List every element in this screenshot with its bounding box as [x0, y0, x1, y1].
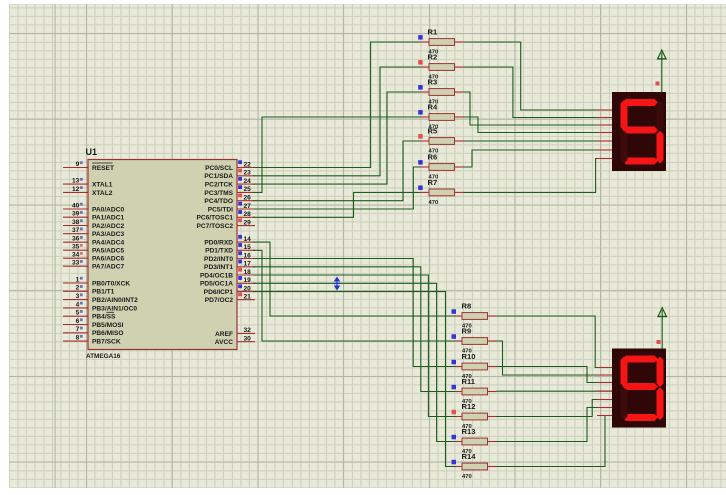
svg-text:PD6/ICP1: PD6/ICP1 [204, 289, 234, 296]
svg-text:PD2/INT0: PD2/INT0 [204, 256, 233, 263]
svg-text:22: 22 [244, 161, 252, 168]
svg-text:R1: R1 [428, 28, 438, 37]
svg-text:16: 16 [244, 252, 252, 259]
svg-text:18: 18 [244, 269, 252, 276]
svg-text:PD7/OC2: PD7/OC2 [205, 297, 234, 304]
svg-text:23: 23 [244, 170, 252, 177]
svg-text:15: 15 [244, 244, 252, 251]
svg-text:PB3/AIN1/OC0: PB3/AIN1/OC0 [92, 305, 137, 312]
svg-text:PC3/TMS: PC3/TMS [204, 190, 233, 197]
svg-text:RESET: RESET [92, 165, 114, 172]
svg-text:PB2/AIN0/INT2: PB2/AIN0/INT2 [92, 297, 138, 304]
svg-text:AREF: AREF [215, 331, 233, 338]
svg-text:PC6/TOSC1: PC6/TOSC1 [196, 215, 233, 222]
svg-text:5: 5 [76, 310, 80, 317]
svg-text:PB1/T1: PB1/T1 [92, 289, 115, 296]
svg-text:13: 13 [72, 178, 80, 185]
svg-text:17: 17 [244, 261, 252, 268]
svg-text:27: 27 [244, 203, 252, 210]
svg-text:PA5/ADC5: PA5/ADC5 [92, 248, 124, 255]
svg-text:34: 34 [72, 252, 80, 259]
svg-text:PD5/OC1A: PD5/OC1A [200, 281, 233, 288]
svg-text:PD1/TXD: PD1/TXD [205, 248, 233, 255]
svg-text:19: 19 [244, 277, 252, 284]
svg-text:PC2/TCK: PC2/TCK [205, 182, 233, 189]
svg-text:2: 2 [76, 285, 80, 292]
svg-text:32: 32 [244, 327, 252, 334]
svg-text:R8: R8 [462, 302, 472, 311]
svg-text:PC7/TOSC2: PC7/TOSC2 [196, 223, 233, 230]
svg-text:R6: R6 [428, 153, 438, 162]
svg-text:26: 26 [244, 195, 252, 202]
svg-text:37: 37 [72, 227, 80, 234]
svg-text:28: 28 [244, 211, 252, 218]
svg-text:PD0/RXD: PD0/RXD [204, 240, 233, 247]
svg-text:R10: R10 [462, 352, 476, 361]
svg-text:38: 38 [72, 219, 80, 226]
svg-text:9: 9 [76, 161, 80, 168]
svg-text:PC0/SCL: PC0/SCL [205, 165, 233, 172]
svg-text:21: 21 [244, 294, 252, 301]
svg-text:6: 6 [76, 318, 80, 325]
svg-text:PC4/TDO: PC4/TDO [204, 198, 233, 205]
svg-text:PB0/T0/XCK: PB0/T0/XCK [92, 280, 130, 287]
svg-text:20: 20 [244, 285, 252, 292]
svg-text:40: 40 [72, 202, 80, 209]
svg-text:36: 36 [72, 236, 80, 243]
svg-text:8: 8 [76, 335, 80, 342]
svg-text:PA4/ADC4: PA4/ADC4 [92, 240, 124, 247]
svg-text:33: 33 [72, 260, 80, 267]
svg-text:ATMEGA16: ATMEGA16 [86, 353, 121, 360]
svg-text:3: 3 [76, 293, 80, 300]
svg-text:12: 12 [72, 186, 80, 193]
svg-text:PD3/INT1: PD3/INT1 [204, 264, 233, 271]
svg-text:R12: R12 [462, 402, 476, 411]
svg-text:35: 35 [72, 244, 80, 251]
svg-text:R7: R7 [428, 178, 438, 187]
svg-text:PA6/ADC6: PA6/ADC6 [92, 256, 124, 263]
svg-text:PB6/MISO: PB6/MISO [92, 330, 124, 337]
svg-text:PA3/ADC3: PA3/ADC3 [92, 231, 124, 238]
svg-text:XTAL1: XTAL1 [92, 182, 113, 189]
svg-text:470: 470 [429, 200, 439, 206]
svg-text:24: 24 [244, 178, 252, 185]
svg-text:R5: R5 [428, 127, 438, 136]
svg-text:R4: R4 [428, 103, 438, 112]
svg-text:PA1/ADC1: PA1/ADC1 [92, 215, 124, 222]
svg-text:4: 4 [76, 301, 80, 308]
svg-text:PB4/SS: PB4/SS [92, 314, 116, 321]
svg-text:R14: R14 [462, 452, 477, 461]
svg-text:PC5/TDI: PC5/TDI [208, 206, 233, 213]
svg-text:PC1/SDA: PC1/SDA [204, 173, 233, 180]
svg-text:25: 25 [244, 186, 252, 193]
svg-text:30: 30 [244, 336, 252, 343]
svg-text:14: 14 [244, 236, 252, 243]
svg-text:PA7/ADC7: PA7/ADC7 [92, 264, 124, 271]
svg-text:PB7/SCK: PB7/SCK [92, 339, 121, 346]
svg-text:PA0/ADC0: PA0/ADC0 [92, 206, 124, 213]
svg-text:R11: R11 [462, 377, 476, 386]
svg-text:R3: R3 [428, 78, 438, 87]
svg-text:39: 39 [72, 211, 80, 218]
svg-text:AVCC: AVCC [215, 339, 233, 346]
svg-text:7: 7 [76, 326, 80, 333]
svg-text:R9: R9 [462, 327, 472, 336]
svg-text:U1: U1 [86, 147, 98, 157]
svg-text:1: 1 [76, 276, 80, 283]
svg-text:PD4/OC1B: PD4/OC1B [200, 272, 233, 279]
svg-text:R13: R13 [462, 427, 476, 436]
svg-text:29: 29 [244, 219, 252, 226]
svg-text:XTAL2: XTAL2 [92, 190, 113, 197]
svg-text:R2: R2 [428, 53, 438, 62]
svg-text:470: 470 [462, 474, 472, 480]
svg-text:PB5/MOSI: PB5/MOSI [92, 322, 124, 329]
svg-text:PA2/ADC2: PA2/ADC2 [92, 223, 124, 230]
